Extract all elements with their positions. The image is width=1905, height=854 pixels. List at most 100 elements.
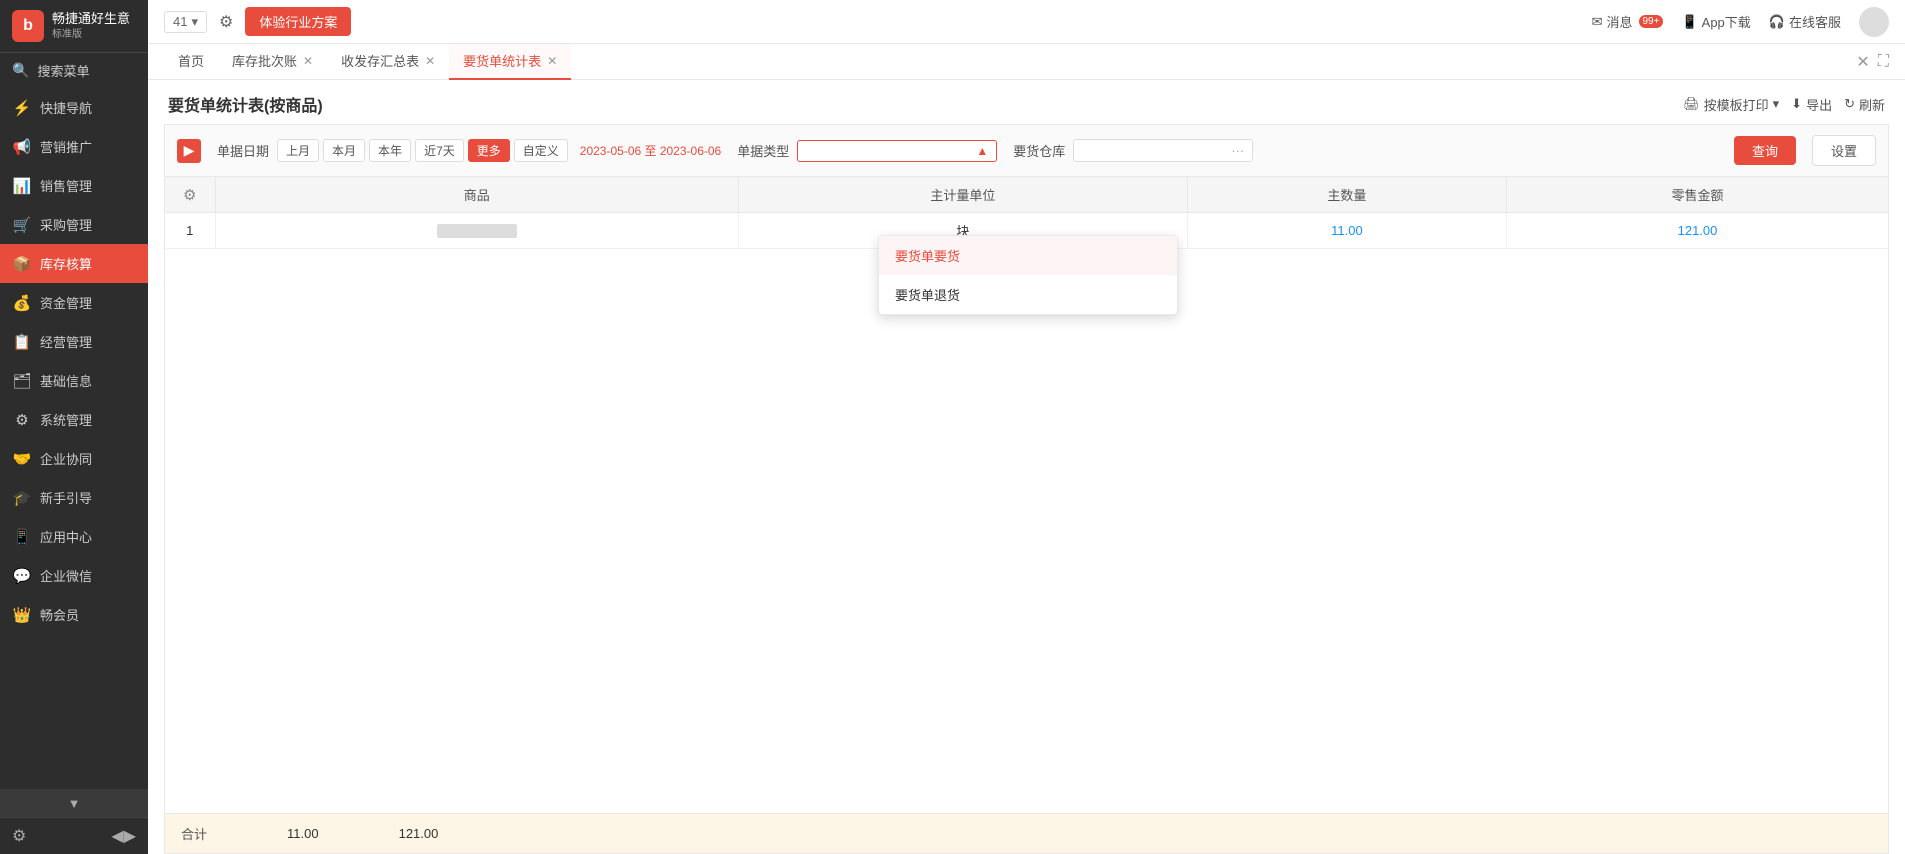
tab-home[interactable]: 首页 — [164, 44, 218, 80]
warehouse-label: 要货仓库 — [1013, 141, 1065, 160]
logo-sub: 标准版 — [52, 28, 130, 42]
refresh-action[interactable]: ↻ 刷新 — [1844, 95, 1885, 114]
table-footer: 合计 11.00 121.00 — [164, 814, 1889, 854]
page-content: 要货单统计表(按商品) 🖨 按模板打印 ▾ ⬇ 导出 ↻ 刷新 ▶ — [148, 80, 1905, 854]
doc-type-dropdown: 要货单要货 要货单退货 — [878, 235, 1178, 315]
cell-product — [215, 213, 739, 249]
sidebar-item-guide[interactable]: 🎓 新手引导 — [0, 478, 148, 517]
warehouse-select[interactable]: ··· — [1073, 139, 1253, 162]
th-quantity: 主数量 — [1187, 177, 1506, 213]
cell-amount: 121.00 — [1506, 213, 1888, 249]
sidebar-item-inventory[interactable]: 📦 库存核算 — [0, 244, 148, 283]
dropdown-item-demand-order[interactable]: 要货单要货 — [879, 236, 1177, 275]
tab-expand-icon[interactable]: ⛶ — [1878, 53, 1889, 71]
th-amount: 零售金额 — [1506, 177, 1888, 213]
branch-selector[interactable]: 41 ▾ — [164, 11, 207, 33]
filter-bar: ▶ 单据日期 上月 本月 本年 近7天 更多 自定义 2023-05-06 至 … — [164, 124, 1889, 177]
procurement-label: 采购管理 — [40, 215, 92, 234]
support-item[interactable]: 🎧 在线客服 — [1769, 12, 1841, 31]
date-pill-more[interactable]: 更多 — [468, 139, 510, 162]
top-header-right: ✉ 消息 99+ 📱 App下载 🎧 在线客服 — [1592, 7, 1889, 37]
sidebar-item-member[interactable]: 👑 畅会员 — [0, 595, 148, 634]
th-gear[interactable]: ⚙ — [165, 177, 215, 213]
download-item[interactable]: 📱 App下载 — [1681, 12, 1750, 31]
date-pill-this-year[interactable]: 本年 — [369, 139, 411, 162]
member-label: 畅会员 — [40, 605, 79, 624]
member-icon: 👑 — [12, 606, 32, 624]
logo-main: 畅捷通好生意 — [52, 10, 130, 28]
sidebar: b 畅捷通好生意 标准版 🔍 搜索菜单 ⚡ 快捷导航 📢 营销推广 📊 销售管理… — [0, 0, 148, 854]
operations-icon: 📋 — [12, 333, 32, 351]
tab-receivable-summary-close[interactable]: ✕ — [425, 54, 435, 68]
date-pill-this-month[interactable]: 本月 — [323, 139, 365, 162]
dropdown-item-demand-return[interactable]: 要货单退货 — [879, 275, 1177, 314]
download-label: App下载 — [1702, 12, 1751, 31]
sidebar-nav: ⚡ 快捷导航 📢 营销推广 📊 销售管理 🛒 采购管理 📦 库存核算 💰 资金管… — [0, 88, 148, 789]
print-icon: 🖨 — [1683, 96, 1700, 112]
trial-button[interactable]: 体验行业方案 — [245, 7, 351, 36]
cell-seq: 1 — [165, 213, 215, 249]
tabs-bar: 首页 库存批次账 ✕ 收发存汇总表 ✕ 要货单统计表 ✕ ✕ ⛶ — [148, 44, 1905, 80]
enterprise-icon: 🤝 — [12, 450, 32, 468]
sidebar-item-operations[interactable]: 📋 经营管理 — [0, 322, 148, 361]
sidebar-item-system[interactable]: ⚙ 系统管理 — [0, 400, 148, 439]
doc-type-select[interactable]: ▲ — [797, 140, 997, 162]
sidebar-item-procurement[interactable]: 🛒 采购管理 — [0, 205, 148, 244]
messages-label: 消息 — [1606, 12, 1632, 31]
sidebar-item-wechat[interactable]: 💬 企业微信 — [0, 556, 148, 595]
tab-close-all-icon[interactable]: ✕ — [1856, 52, 1869, 72]
sales-icon: 📊 — [12, 177, 32, 195]
gear-settings-icon[interactable]: ⚙ — [183, 187, 196, 204]
th-product: 商品 — [215, 177, 739, 213]
warehouse-more-icon: ··· — [1231, 143, 1244, 158]
query-button[interactable]: 查询 — [1734, 136, 1796, 165]
page-title: 要货单统计表(按商品) — [168, 92, 323, 116]
headset-icon: 🎧 — [1769, 14, 1785, 30]
tab-inventory-batch-close[interactable]: ✕ — [303, 54, 313, 68]
sidebar-scroll-down[interactable]: ▼ — [0, 789, 148, 817]
sales-label: 销售管理 — [40, 176, 92, 195]
export-action[interactable]: ⬇ 导出 — [1791, 95, 1832, 114]
date-pill-custom[interactable]: 自定义 — [514, 139, 568, 162]
guide-icon: 🎓 — [12, 489, 32, 507]
settings-icon[interactable]: ⚙ — [12, 826, 26, 846]
tab-inventory-batch[interactable]: 库存批次账 ✕ — [218, 44, 327, 80]
tabs-right: ✕ ⛶ — [1856, 52, 1889, 72]
export-icon: ⬇ — [1791, 96, 1802, 112]
tab-inventory-batch-label: 库存批次账 — [232, 51, 297, 70]
print-action[interactable]: 🖨 按模板打印 ▾ — [1683, 95, 1779, 114]
sidebar-item-enterprise[interactable]: 🤝 企业协同 — [0, 439, 148, 478]
quick-nav-label: 快捷导航 — [40, 98, 92, 117]
inventory-icon: 📦 — [12, 255, 32, 273]
date-pill-last-7days[interactable]: 近7天 — [415, 139, 464, 162]
sidebar-item-basic[interactable]: 🗂 基础信息 — [0, 361, 148, 400]
sidebar-search[interactable]: 🔍 搜索菜单 — [0, 53, 148, 88]
tab-receivable-summary[interactable]: 收发存汇总表 ✕ — [327, 44, 449, 80]
th-unit: 主计量单位 — [739, 177, 1188, 213]
sidebar-item-marketing[interactable]: 📢 营销推广 — [0, 127, 148, 166]
doc-type-filter-group: 单据类型 ▲ — [737, 140, 997, 162]
messages-item[interactable]: ✉ 消息 99+ — [1592, 12, 1664, 31]
support-label: 在线客服 — [1789, 12, 1841, 31]
operations-label: 经营管理 — [40, 332, 92, 351]
date-pill-last-month[interactable]: 上月 — [277, 139, 319, 162]
logo-icon: b — [12, 10, 44, 42]
tab-demand-summary[interactable]: 要货单统计表 ✕ — [449, 44, 571, 80]
enterprise-label: 企业协同 — [40, 449, 92, 468]
collapse-icon[interactable]: ◀▶ — [111, 826, 136, 846]
header-settings-icon[interactable]: ⚙ — [219, 12, 233, 32]
date-pills: 上月 本月 本年 近7天 更多 自定义 — [277, 139, 568, 162]
search-label: 搜索菜单 — [37, 61, 89, 80]
sidebar-item-sales[interactable]: 📊 销售管理 — [0, 166, 148, 205]
inventory-label: 库存核算 — [40, 254, 92, 273]
finance-icon: 💰 — [12, 294, 32, 312]
sidebar-item-finance[interactable]: 💰 资金管理 — [0, 283, 148, 322]
sidebar-item-quick-nav[interactable]: ⚡ 快捷导航 — [0, 88, 148, 127]
tab-demand-summary-close[interactable]: ✕ — [547, 54, 557, 68]
settings-button[interactable]: 设置 — [1812, 135, 1876, 166]
sidebar-item-app[interactable]: 📱 应用中心 — [0, 517, 148, 556]
chevron-down-icon: ▾ — [191, 14, 198, 30]
avatar[interactable] — [1859, 7, 1889, 37]
date-filter-group: 单据日期 上月 本月 本年 近7天 更多 自定义 2023-05-06 至 20… — [217, 139, 721, 162]
filter-expand-button[interactable]: ▶ — [177, 139, 201, 163]
